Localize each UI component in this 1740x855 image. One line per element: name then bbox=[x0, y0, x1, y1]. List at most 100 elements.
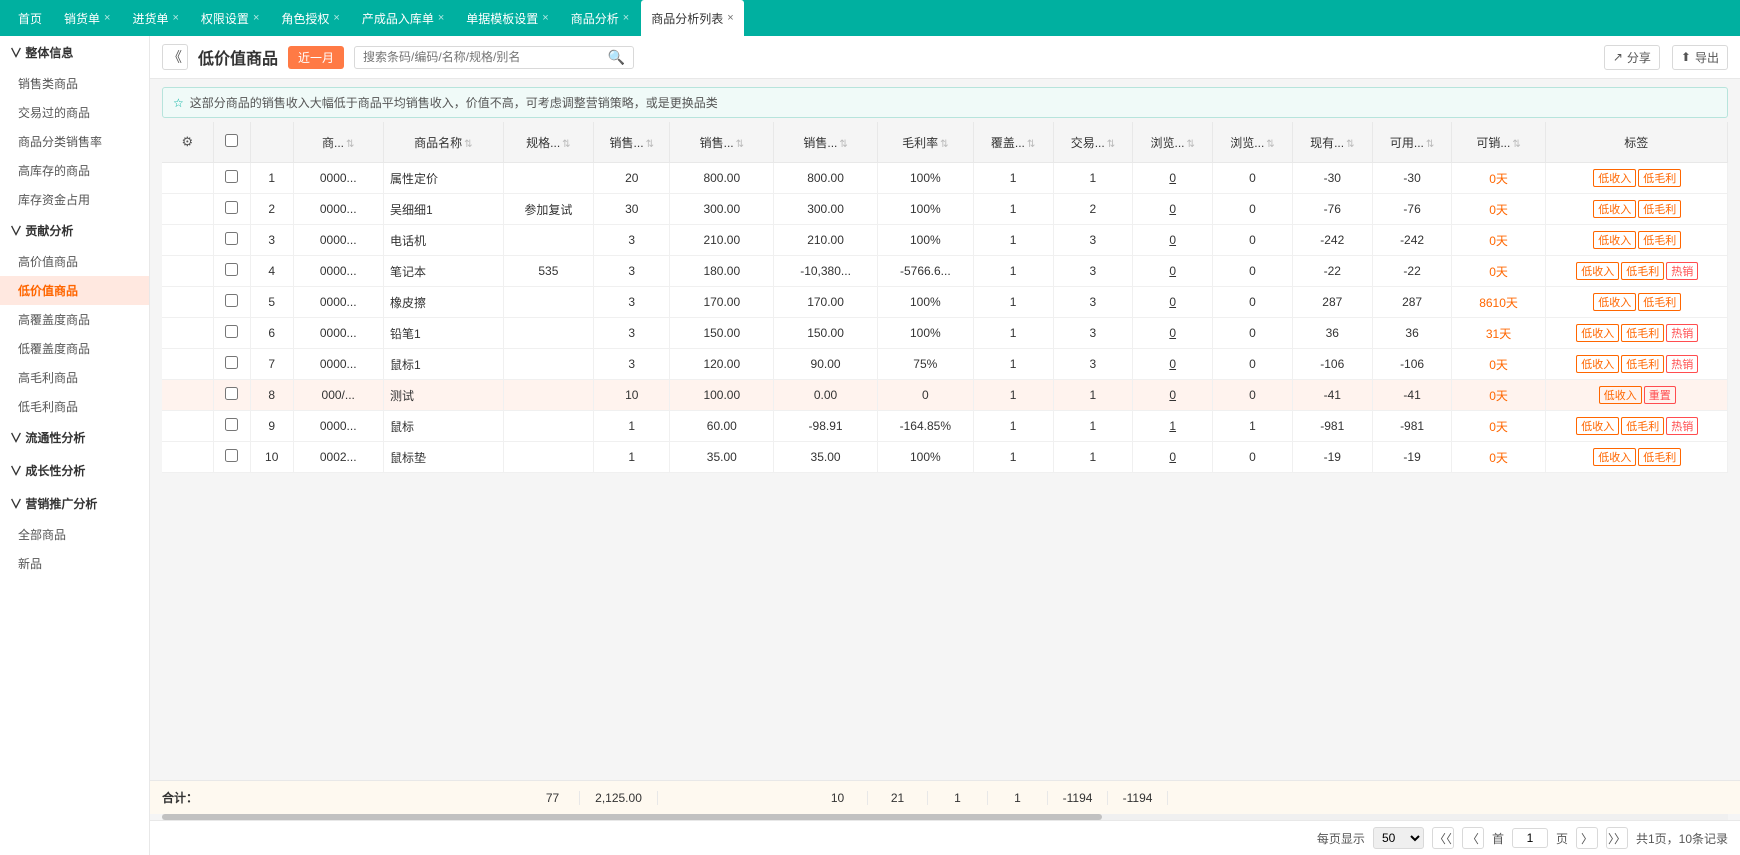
row-checkbox-cell[interactable] bbox=[213, 349, 250, 380]
sidebar-item-high-stock[interactable]: 高库存的商品 bbox=[0, 156, 149, 185]
row-checkbox[interactable] bbox=[225, 170, 238, 183]
col-coverage-header[interactable]: 覆盖...⇅ bbox=[973, 122, 1053, 163]
nav-close-role[interactable]: × bbox=[333, 12, 339, 24]
col-browse2-header[interactable]: 浏览...⇅ bbox=[1213, 122, 1293, 163]
row-checkbox[interactable] bbox=[225, 232, 238, 245]
col-settings-icon[interactable]: ⚙ bbox=[174, 129, 200, 155]
sidebar-item-high-coverage[interactable]: 高覆盖度商品 bbox=[0, 305, 149, 334]
browse-link[interactable]: 0 bbox=[1169, 388, 1176, 402]
nav-close-finished[interactable]: × bbox=[438, 12, 444, 24]
col-code-header[interactable]: 商...⇅ bbox=[293, 122, 383, 163]
col-spec-header[interactable]: 规格...⇅ bbox=[503, 122, 593, 163]
row-checkbox-cell[interactable] bbox=[213, 225, 250, 256]
row-checkbox-cell[interactable] bbox=[213, 194, 250, 225]
sidebar-item-high-value[interactable]: 高价值商品 bbox=[0, 247, 149, 276]
col-settings[interactable]: ⚙ bbox=[162, 122, 213, 163]
sidebar-group-overall[interactable]: ∨ 整体信息 bbox=[0, 36, 149, 69]
row-browse1[interactable]: 0 bbox=[1133, 225, 1213, 256]
row-browse1[interactable]: 0 bbox=[1133, 442, 1213, 473]
nav-permission[interactable]: 权限设置 × bbox=[191, 0, 269, 36]
sidebar-item-high-margin[interactable]: 高毛利商品 bbox=[0, 363, 149, 392]
sidebar-item-new-products[interactable]: 新品 bbox=[0, 549, 149, 578]
browse-link[interactable]: 0 bbox=[1169, 295, 1176, 309]
row-browse1[interactable]: 1 bbox=[1133, 411, 1213, 442]
search-input[interactable] bbox=[363, 50, 604, 64]
nav-product-analysis-list[interactable]: 商品分析列表 × bbox=[641, 0, 743, 36]
sidebar-item-category-rate[interactable]: 商品分类销售率 bbox=[0, 127, 149, 156]
sidebar-item-sales-products[interactable]: 销售类商品 bbox=[0, 69, 149, 98]
col-name-header[interactable]: 商品名称⇅ bbox=[383, 122, 503, 163]
col-sales-price-header[interactable]: 销售...⇅ bbox=[670, 122, 774, 163]
row-checkbox-cell[interactable] bbox=[213, 287, 250, 318]
col-stock-header[interactable]: 现有...⇅ bbox=[1292, 122, 1372, 163]
nav-template[interactable]: 单据模板设置 × bbox=[456, 0, 558, 36]
col-browse1-header[interactable]: 浏览...⇅ bbox=[1133, 122, 1213, 163]
nav-finished-goods[interactable]: 产成品入库单 × bbox=[352, 0, 454, 36]
export-button[interactable]: ⬆ 导出 bbox=[1672, 45, 1728, 70]
row-browse1[interactable]: 0 bbox=[1133, 194, 1213, 225]
browse-link[interactable]: 1 bbox=[1169, 419, 1176, 433]
browse-link[interactable]: 0 bbox=[1169, 233, 1176, 247]
col-select-all[interactable] bbox=[213, 122, 250, 163]
browse-link[interactable]: 0 bbox=[1169, 357, 1176, 371]
page-number-input[interactable] bbox=[1512, 828, 1548, 848]
nav-close-template[interactable]: × bbox=[542, 12, 548, 24]
nav-close-sales[interactable]: × bbox=[104, 12, 110, 24]
collapse-sidebar-button[interactable]: 《 bbox=[162, 44, 188, 70]
row-checkbox-cell[interactable] bbox=[213, 442, 250, 473]
row-checkbox[interactable] bbox=[225, 449, 238, 462]
sidebar-item-low-value[interactable]: 低价值商品 bbox=[0, 276, 149, 305]
col-trade-header[interactable]: 交易...⇅ bbox=[1053, 122, 1133, 163]
row-checkbox[interactable] bbox=[225, 263, 238, 276]
row-checkbox[interactable] bbox=[225, 356, 238, 369]
row-checkbox-cell[interactable] bbox=[213, 411, 250, 442]
sidebar-item-all-products[interactable]: 全部商品 bbox=[0, 520, 149, 549]
sidebar-item-low-margin[interactable]: 低毛利商品 bbox=[0, 392, 149, 421]
row-checkbox[interactable] bbox=[225, 201, 238, 214]
nav-close-permission[interactable]: × bbox=[253, 12, 259, 24]
row-browse1[interactable]: 0 bbox=[1133, 318, 1213, 349]
select-all-checkbox[interactable] bbox=[225, 134, 238, 147]
row-browse1[interactable]: 0 bbox=[1133, 256, 1213, 287]
sidebar-item-low-coverage[interactable]: 低覆盖度商品 bbox=[0, 334, 149, 363]
sidebar-group-growth[interactable]: ∨ 成长性分析 bbox=[0, 454, 149, 487]
row-checkbox-cell[interactable] bbox=[213, 318, 250, 349]
col-gross-rate-header[interactable]: 毛利率⇅ bbox=[877, 122, 973, 163]
sidebar-item-traded[interactable]: 交易过的商品 bbox=[0, 98, 149, 127]
next-page-button[interactable]: 〉 bbox=[1576, 827, 1598, 849]
sidebar-group-circulation[interactable]: ∨ 流通性分析 bbox=[0, 421, 149, 454]
first-page-button[interactable]: 〈〈 bbox=[1432, 827, 1454, 849]
nav-close-purchase[interactable]: × bbox=[172, 12, 178, 24]
row-checkbox-cell[interactable] bbox=[213, 380, 250, 411]
row-browse1[interactable]: 0 bbox=[1133, 163, 1213, 194]
col-avail-header[interactable]: 可用...⇅ bbox=[1372, 122, 1452, 163]
col-sales-amt-header[interactable]: 销售...⇅ bbox=[774, 122, 878, 163]
nav-purchase-order[interactable]: 进货单 × bbox=[122, 0, 188, 36]
row-browse1[interactable]: 0 bbox=[1133, 287, 1213, 318]
col-days-header[interactable]: 可销...⇅ bbox=[1452, 122, 1545, 163]
browse-link[interactable]: 0 bbox=[1169, 326, 1176, 340]
row-checkbox-cell[interactable] bbox=[213, 163, 250, 194]
nav-close-analysis-list[interactable]: × bbox=[727, 12, 733, 24]
row-browse1[interactable]: 0 bbox=[1133, 349, 1213, 380]
search-icon[interactable]: 🔍 bbox=[608, 49, 625, 66]
nav-role-auth[interactable]: 角色授权 × bbox=[271, 0, 349, 36]
row-checkbox-cell[interactable] bbox=[213, 256, 250, 287]
sidebar-item-stock-funds[interactable]: 库存资金占用 bbox=[0, 185, 149, 214]
row-checkbox[interactable] bbox=[225, 387, 238, 400]
browse-link[interactable]: 0 bbox=[1169, 171, 1176, 185]
row-checkbox[interactable] bbox=[225, 418, 238, 431]
row-checkbox[interactable] bbox=[225, 325, 238, 338]
browse-link[interactable]: 0 bbox=[1169, 450, 1176, 464]
row-browse1[interactable]: 0 bbox=[1133, 380, 1213, 411]
sidebar-group-marketing[interactable]: ∨ 营销推广分析 bbox=[0, 487, 149, 520]
row-checkbox[interactable] bbox=[225, 294, 238, 307]
nav-sales-order[interactable]: 销货单 × bbox=[54, 0, 120, 36]
prev-page-button[interactable]: 〈 bbox=[1462, 827, 1484, 849]
nav-home[interactable]: 首页 bbox=[8, 0, 52, 36]
sidebar-group-contribution[interactable]: ∨ 贡献分析 bbox=[0, 214, 149, 247]
page-size-select[interactable]: 50 100 200 bbox=[1373, 827, 1424, 849]
browse-link[interactable]: 0 bbox=[1169, 264, 1176, 278]
nav-product-analysis[interactable]: 商品分析 × bbox=[561, 0, 639, 36]
filter-period-button[interactable]: 近一月 bbox=[288, 46, 344, 69]
